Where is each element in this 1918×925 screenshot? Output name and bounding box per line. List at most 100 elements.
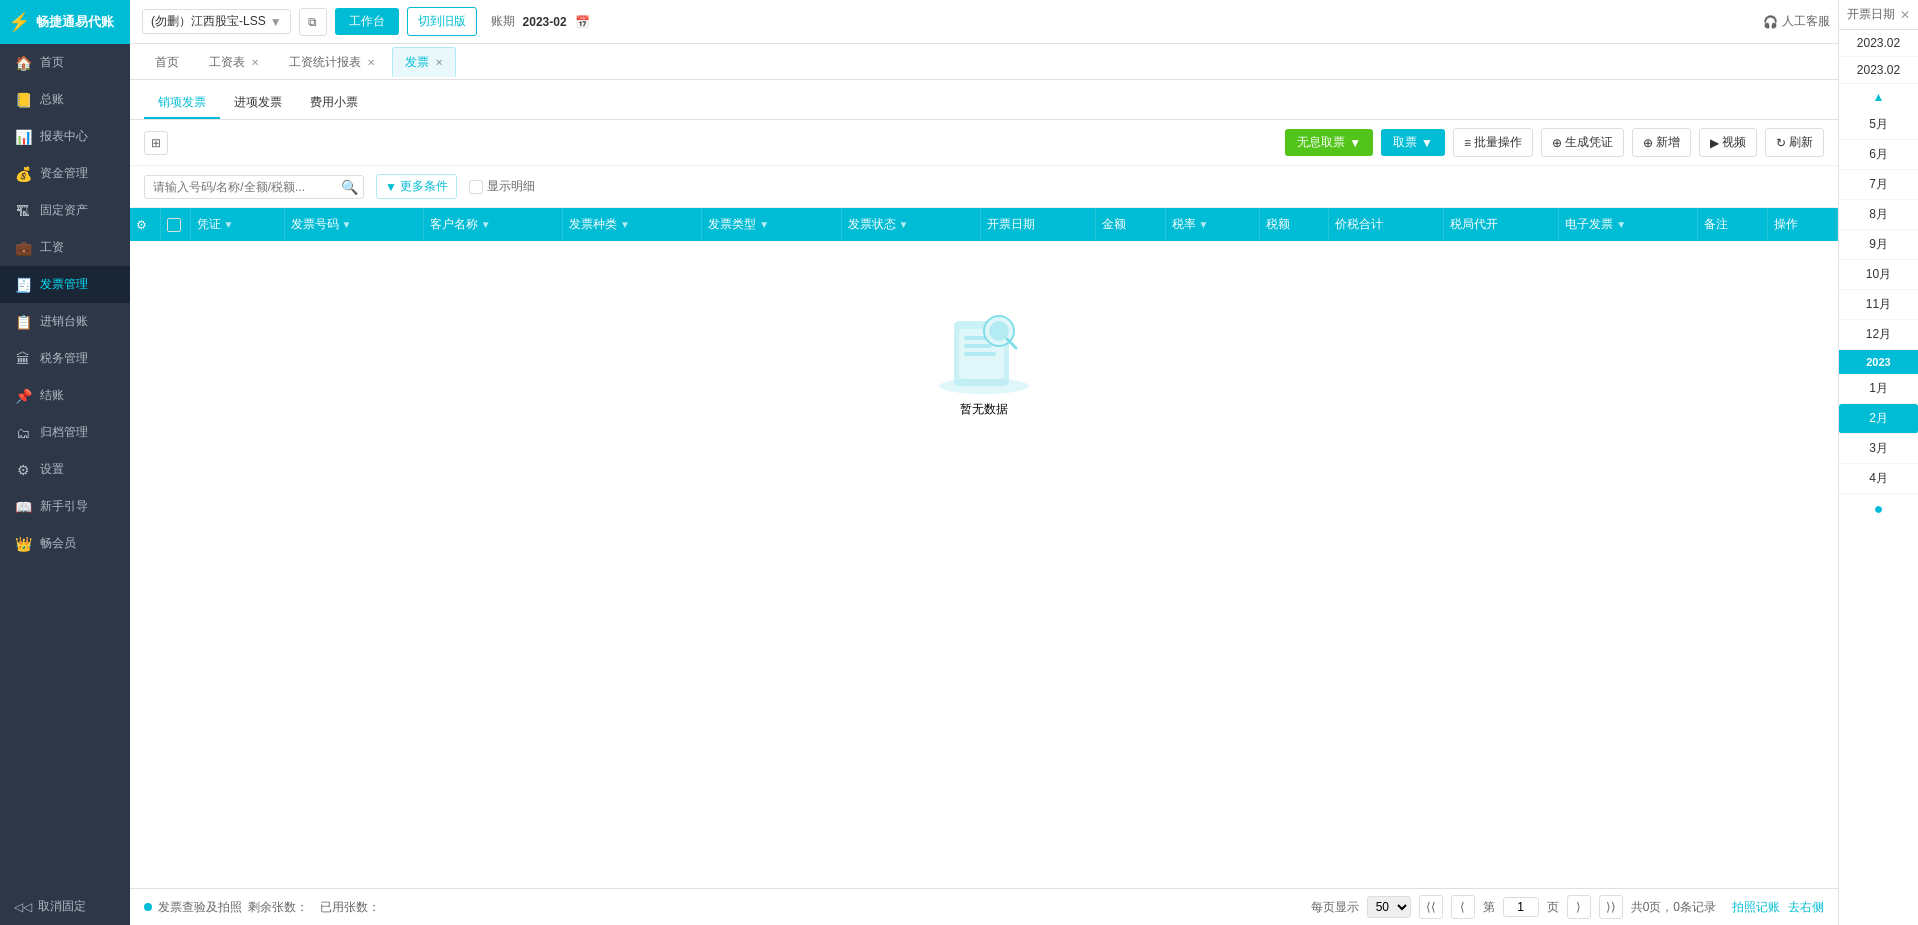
tab-salary[interactable]: 工资表 ✕	[196, 47, 272, 77]
th-total: 价税合计	[1329, 208, 1444, 241]
date-item-7[interactable]: 7月	[1839, 170, 1918, 200]
date-item-11[interactable]: 11月	[1839, 290, 1918, 320]
sidebar-item-reports[interactable]: 📊 报表中心	[0, 118, 130, 155]
video-button[interactable]: ▶ 视频	[1699, 128, 1757, 157]
th-invoice-type: 发票种类▼	[563, 208, 702, 241]
close-salary-tab[interactable]: ✕	[251, 57, 259, 68]
date-item-full-1[interactable]: 2023.02	[1839, 30, 1918, 57]
page-number-input[interactable]	[1503, 897, 1539, 917]
date-item-12[interactable]: 12月	[1839, 320, 1918, 350]
sidebar-item-label: 发票管理	[40, 276, 88, 293]
date-item-3[interactable]: 3月	[1839, 434, 1918, 464]
close-invoice-tab[interactable]: ✕	[435, 57, 443, 68]
sidebar-item-tax[interactable]: 🏛 税务管理	[0, 340, 130, 377]
sidebar-item-close-period[interactable]: 📌 结账	[0, 377, 130, 414]
date-item-5[interactable]: 5月	[1839, 110, 1918, 140]
sidebar-pin-toggle[interactable]: ◁◁ 取消固定	[0, 888, 130, 925]
no-deduct-label: 无息取票	[1297, 134, 1345, 151]
customer-filter-icon[interactable]: ▼	[481, 219, 491, 230]
tax-rate-filter-icon[interactable]: ▼	[1199, 219, 1209, 230]
show-detail-checkbox-label[interactable]: 显示明细	[469, 178, 535, 195]
date-item-9[interactable]: 9月	[1839, 230, 1918, 260]
date-panel-close-button[interactable]: ✕	[1900, 8, 1910, 22]
new-button[interactable]: ⊕ 新增	[1632, 128, 1691, 157]
page-size-select[interactable]: 50	[1367, 896, 1411, 918]
company-selector[interactable]: (勿删）江西股宝-LSS ▼	[142, 9, 291, 34]
voucher-filter-icon[interactable]: ▼	[224, 219, 234, 230]
footer-left: 发票查验及拍照 剩余张数： 已用张数：	[144, 899, 386, 916]
sidebar-item-member[interactable]: 👑 畅会员	[0, 525, 130, 562]
sidebar-item-invoice[interactable]: 🧾 发票管理	[0, 266, 130, 303]
prev-page-button[interactable]: ⟨	[1451, 895, 1475, 919]
first-page-button[interactable]: ⟨⟨	[1419, 895, 1443, 919]
sidebar-item-label: 新手引导	[40, 498, 88, 515]
sidebar-item-ledger[interactable]: 📒 总账	[0, 81, 130, 118]
search-input[interactable]	[144, 175, 364, 199]
subtab-expense-receipt[interactable]: 费用小票	[296, 88, 372, 119]
sidebar-item-sales-ledger[interactable]: 📋 进销台账	[0, 303, 130, 340]
sidebar-item-guide[interactable]: 📖 新手引导	[0, 488, 130, 525]
guide-icon: 📖	[14, 499, 32, 515]
workspace-button[interactable]: 工作台	[335, 8, 399, 35]
invoice-category-filter-icon[interactable]: ▼	[759, 219, 769, 230]
subtab-purchase-invoice[interactable]: 进项发票	[220, 88, 296, 119]
sidebar-item-home[interactable]: 🏠 首页	[0, 44, 130, 81]
sidebar-item-label: 资金管理	[40, 165, 88, 182]
subtab-sales-invoice[interactable]: 销项发票	[144, 88, 220, 119]
select-all-checkbox[interactable]	[167, 218, 181, 232]
add-account-link[interactable]: 拍照记账	[1732, 899, 1780, 916]
date-item-1[interactable]: 1月	[1839, 374, 1918, 404]
date-item-8[interactable]: 8月	[1839, 200, 1918, 230]
sidebar-item-finance[interactable]: 💰 资金管理	[0, 155, 130, 192]
finance-icon: 💰	[14, 166, 32, 182]
reports-icon: 📊	[14, 129, 32, 145]
copy-button[interactable]: ⧉	[299, 8, 327, 36]
date-item-6[interactable]: 6月	[1839, 140, 1918, 170]
grid-settings-icon[interactable]: ⊞	[144, 131, 168, 155]
company-name: (勿删）江西股宝-LSS	[151, 13, 266, 30]
show-detail-checkbox[interactable]	[469, 180, 483, 194]
batch-ops-button[interactable]: ≡ 批量操作	[1453, 128, 1533, 157]
sidebar-item-settings[interactable]: ⚙ 设置	[0, 451, 130, 488]
scroll-up-icon[interactable]: ▲	[1839, 84, 1918, 110]
gen-voucher-button[interactable]: ⊕ 生成凭证	[1541, 128, 1624, 157]
content-area: 销项发票 进项发票 费用小票 ⊞ 无息取票 ▼ 取票 ▼	[130, 80, 1918, 925]
next-page-button[interactable]: ⟩	[1567, 895, 1591, 919]
date-item-full-2[interactable]: 2023.02	[1839, 57, 1918, 84]
service-label: 人工客服	[1782, 13, 1830, 30]
svg-rect-5	[964, 352, 996, 356]
invoice-no-filter-icon[interactable]: ▼	[342, 219, 352, 230]
go-right-link[interactable]: 去右侧	[1788, 899, 1824, 916]
th-invoice-category: 发票类型▼	[702, 208, 841, 241]
close-salary-report-tab[interactable]: ✕	[367, 57, 375, 68]
electronic-filter-icon[interactable]: ▼	[1616, 219, 1626, 230]
sidebar-item-assets[interactable]: 🏗 固定资产	[0, 192, 130, 229]
old-version-button[interactable]: 切到旧版	[407, 7, 477, 36]
date-item-10[interactable]: 10月	[1839, 260, 1918, 290]
date-item-2-active[interactable]: 2月	[1839, 404, 1918, 434]
show-detail-label: 显示明细	[487, 178, 535, 195]
tab-invoice[interactable]: 发票 ✕	[392, 47, 456, 77]
invoice-type-filter-icon[interactable]: ▼	[620, 219, 630, 230]
date-item-4[interactable]: 4月	[1839, 464, 1918, 494]
page-suffix: 页	[1547, 899, 1559, 916]
sidebar-item-salary[interactable]: 💼 工资	[0, 229, 130, 266]
sidebar-item-archive[interactable]: 🗂 归档管理	[0, 414, 130, 451]
footer-links: 拍照记账 去右侧	[1732, 899, 1824, 916]
period-label: 账期	[491, 13, 515, 30]
last-page-button[interactable]: ⟩⟩	[1599, 895, 1623, 919]
no-deduct-button[interactable]: 无息取票 ▼	[1285, 129, 1373, 156]
sidebar-item-label: 报表中心	[40, 128, 88, 145]
subtab-sales-label: 销项发票	[158, 95, 206, 109]
refresh-button[interactable]: ↻ 刷新	[1765, 128, 1824, 157]
invoice-status-filter-icon[interactable]: ▼	[899, 219, 909, 230]
tab-home[interactable]: 首页	[142, 47, 192, 77]
per-page-label: 每页显示	[1311, 899, 1359, 916]
tab-salary-report[interactable]: 工资统计报表 ✕	[276, 47, 388, 77]
date-panel-bottom-icon: ●	[1839, 494, 1918, 524]
more-conditions-button[interactable]: ▼ 更多条件	[376, 174, 457, 199]
th-customer: 客户名称▼	[423, 208, 562, 241]
video-label: 视频	[1722, 134, 1746, 151]
fetch-button[interactable]: 取票 ▼	[1381, 129, 1445, 156]
service-button[interactable]: 🎧 人工客服	[1763, 13, 1830, 30]
